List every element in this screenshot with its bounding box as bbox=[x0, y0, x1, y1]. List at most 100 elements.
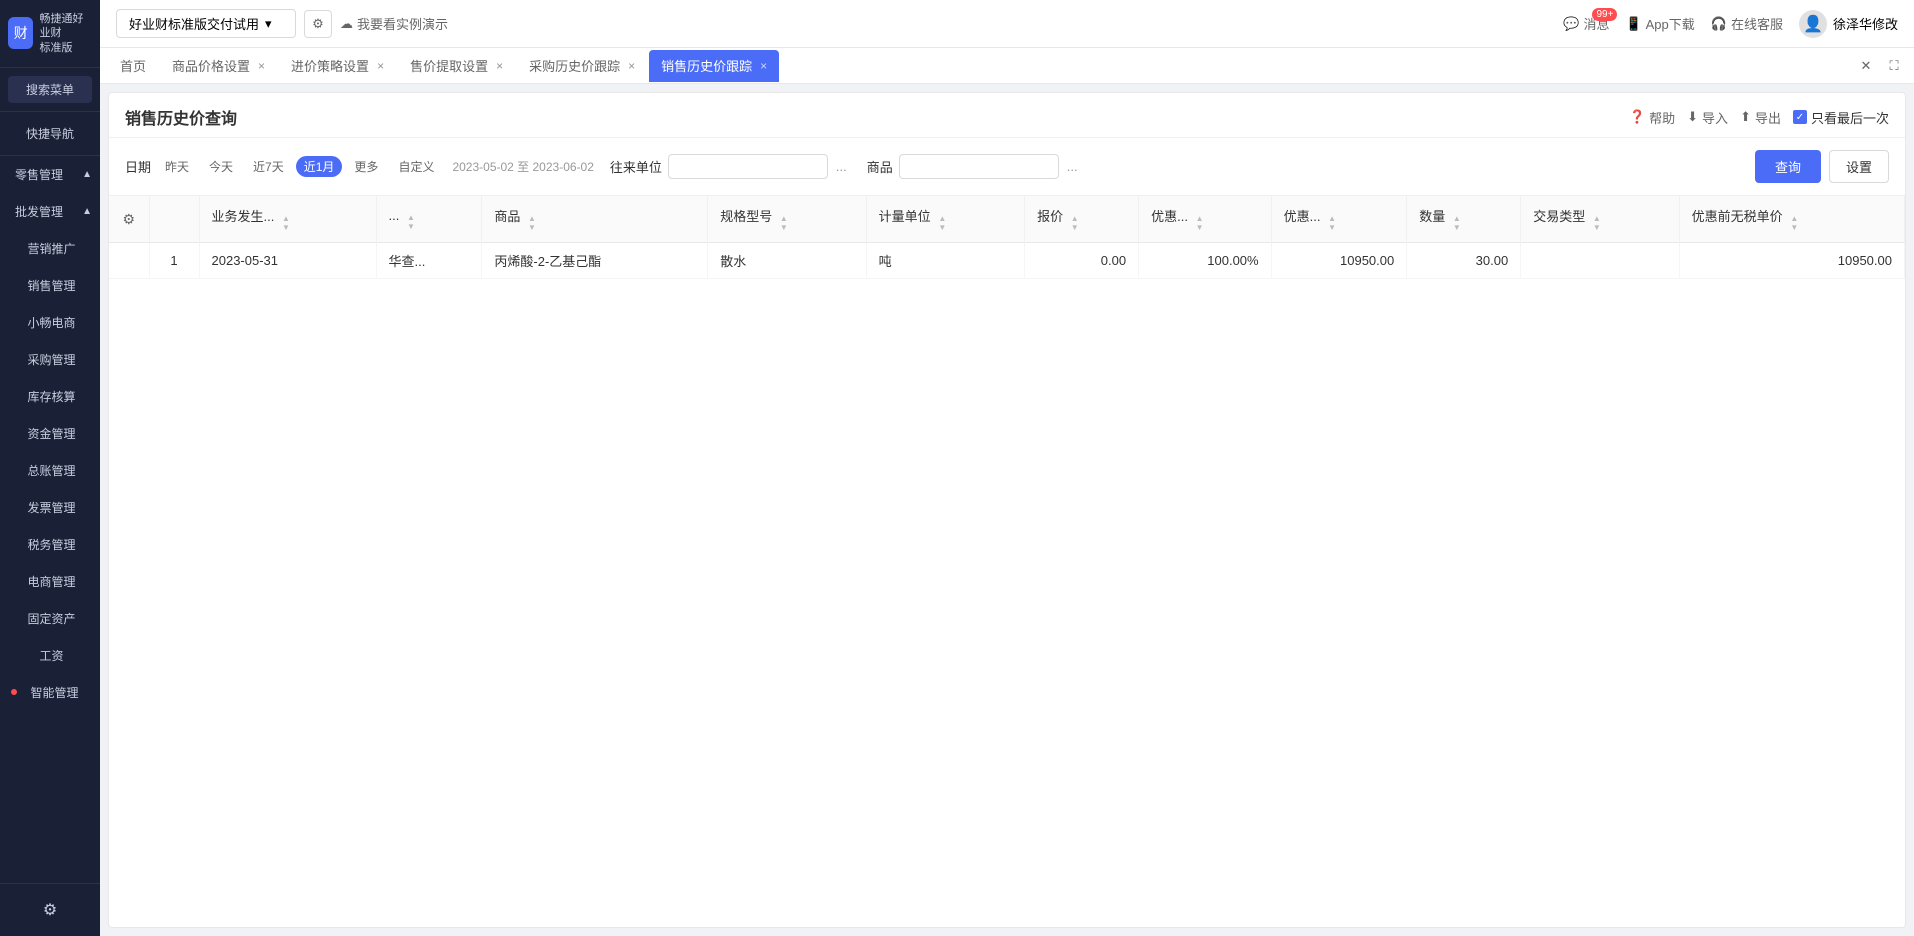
sidebar-item-ecommerce-small[interactable]: 小畅电商 bbox=[0, 304, 100, 341]
settings-button[interactable]: 设置 bbox=[1829, 150, 1889, 183]
row-type bbox=[1521, 243, 1679, 279]
export-button[interactable]: ⬆ 导出 bbox=[1740, 108, 1781, 127]
sidebar-item-finance[interactable]: 资金管理 bbox=[0, 415, 100, 452]
demo-button[interactable]: ☁ 我要看实例演示 bbox=[340, 14, 448, 33]
sidebar-item-invoice[interactable]: 发票管理 bbox=[0, 489, 100, 526]
sidebar-settings-button[interactable]: ⚙ bbox=[8, 892, 92, 928]
tab-sales-history-close[interactable]: × bbox=[760, 59, 767, 73]
date-option-more[interactable]: 更多 bbox=[346, 156, 386, 177]
column-date[interactable]: 业务发生... ▲▼ bbox=[199, 196, 376, 243]
wholesale-arrow-icon: ▲ bbox=[82, 206, 92, 217]
column-setting[interactable]: ⚙ bbox=[109, 196, 149, 243]
sidebar-item-purchase[interactable]: 采购管理 bbox=[0, 341, 100, 378]
tab-extract[interactable]: 售价提取设置 × bbox=[398, 50, 515, 82]
user-avatar: 👤 bbox=[1799, 10, 1827, 38]
supplier-dots-button[interactable]: ... bbox=[832, 159, 851, 174]
column-tax-price[interactable]: 优惠前无税单价 ▲▼ bbox=[1679, 196, 1904, 243]
topbar-right: 💬 消息 99+ 📱 App下载 🎧 在线客服 👤 徐泽华修改 bbox=[1563, 10, 1898, 38]
sidebar-item-assets[interactable]: 固定资产 bbox=[0, 600, 100, 637]
tab-sales-history[interactable]: 销售历史价跟踪 × bbox=[649, 50, 779, 82]
product-sort-icon: ▲▼ bbox=[528, 215, 536, 232]
message-button[interactable]: 💬 消息 99+ bbox=[1563, 14, 1609, 33]
filter-bar: 日期 昨天 今天 近7天 近1月 更多 自定义 2023-05-02 至 202… bbox=[109, 138, 1905, 196]
tab-price[interactable]: 商品价格设置 × bbox=[160, 50, 277, 82]
sidebar-item-ecommerce[interactable]: 电商管理 bbox=[0, 563, 100, 600]
date-option-custom[interactable]: 自定义 bbox=[390, 156, 442, 177]
column-seq bbox=[149, 196, 199, 243]
sidebar-bottom: ⚙ bbox=[0, 883, 100, 936]
page-header-actions: ❓ 帮助 ⬇ 导入 ⬆ 导出 ✓ 只看最后一次 bbox=[1629, 108, 1889, 127]
user-info[interactable]: 👤 徐泽华修改 bbox=[1799, 10, 1898, 38]
spec-sort-icon: ▲▼ bbox=[780, 215, 788, 232]
query-button[interactable]: 查询 bbox=[1755, 150, 1821, 183]
sidebar-item-tax[interactable]: 税务管理 bbox=[0, 526, 100, 563]
only-last-checkbox[interactable]: ✓ 只看最后一次 bbox=[1793, 108, 1889, 127]
page-content: 销售历史价查询 ❓ 帮助 ⬇ 导入 ⬆ 导出 ✓ 只看最后一次 bbox=[108, 92, 1906, 928]
data-table: ⚙ 业务发生... ▲▼ ... ▲▼ 商品 ▲▼ bbox=[109, 196, 1905, 279]
extra-sort-icon: ▲▼ bbox=[407, 214, 415, 231]
tab-expand-button[interactable]: ⛶ bbox=[1882, 54, 1906, 78]
tab-home[interactable]: 首页 bbox=[108, 50, 158, 82]
tab-strategy[interactable]: 进价策略设置 × bbox=[279, 50, 396, 82]
sidebar-item-marketing[interactable]: 营销推广 bbox=[0, 230, 100, 267]
supplier-filter-group: 往来单位 ... bbox=[610, 154, 851, 179]
tab-close-all-button[interactable]: ✕ bbox=[1854, 54, 1878, 78]
column-discount2[interactable]: 优惠... ▲▼ bbox=[1271, 196, 1407, 243]
checkbox-icon: ✓ bbox=[1793, 110, 1807, 124]
version-selector[interactable]: 好业财标准版交付试用 ▾ bbox=[116, 9, 296, 38]
sidebar-item-wholesale[interactable]: 批发管理 ▲ bbox=[0, 193, 100, 230]
column-type[interactable]: 交易类型 ▲▼ bbox=[1521, 196, 1679, 243]
sidebar-item-inventory[interactable]: 库存核算 bbox=[0, 378, 100, 415]
online-service-button[interactable]: 🎧 在线客服 bbox=[1711, 14, 1783, 33]
product-input[interactable] bbox=[899, 154, 1059, 179]
column-price[interactable]: 报价 ▲▼ bbox=[1025, 196, 1139, 243]
qty-sort-icon: ▲▼ bbox=[1453, 215, 1461, 232]
import-button[interactable]: ⬇ 导入 bbox=[1687, 108, 1728, 127]
phone-icon: 📱 bbox=[1625, 16, 1641, 32]
discount2-sort-icon: ▲▼ bbox=[1328, 215, 1336, 232]
sidebar-item-retail[interactable]: 零售管理 ▲ bbox=[0, 156, 100, 193]
date-option-last1m[interactable]: 近1月 bbox=[296, 156, 343, 177]
row-seq: 1 bbox=[149, 243, 199, 279]
date-option-today[interactable]: 今天 bbox=[201, 156, 241, 177]
sidebar-item-sales[interactable]: 销售管理 bbox=[0, 267, 100, 304]
column-discount1[interactable]: 优惠... ▲▼ bbox=[1139, 196, 1272, 243]
table-gear-icon[interactable]: ⚙ bbox=[122, 211, 135, 227]
date-options: 昨天 今天 近7天 近1月 更多 自定义 bbox=[157, 156, 442, 177]
ai-dot-indicator bbox=[11, 689, 17, 695]
product-input-group: ... bbox=[899, 154, 1082, 179]
main-area: 好业财标准版交付试用 ▾ ⚙ ☁ 我要看实例演示 💬 消息 99+ 📱 App下… bbox=[100, 0, 1914, 936]
tab-purchase-history-close[interactable]: × bbox=[628, 59, 635, 73]
tax-price-sort-icon: ▲▼ bbox=[1790, 215, 1798, 232]
tab-price-close[interactable]: × bbox=[258, 59, 265, 73]
tab-purchase-history[interactable]: 采购历史价跟踪 × bbox=[517, 50, 647, 82]
date-sort-icon: ▲▼ bbox=[282, 215, 290, 232]
row-qty: 30.00 bbox=[1407, 243, 1521, 279]
quick-nav-section: 快捷导航 bbox=[0, 112, 100, 156]
column-extra[interactable]: ... ▲▼ bbox=[376, 196, 482, 243]
sidebar-item-ai[interactable]: 智能管理 bbox=[0, 674, 100, 711]
date-option-last7[interactable]: 近7天 bbox=[245, 156, 292, 177]
sidebar: 财 畅捷通好业财 标准版 搜索菜单 快捷导航 零售管理 ▲ 批发管理 ▲ 营销推… bbox=[0, 0, 100, 936]
page-title: 销售历史价查询 bbox=[125, 105, 237, 129]
column-spec[interactable]: 规格型号 ▲▼ bbox=[708, 196, 866, 243]
column-qty[interactable]: 数量 ▲▼ bbox=[1407, 196, 1521, 243]
quick-nav-button[interactable]: 快捷导航 bbox=[8, 120, 92, 147]
search-menu-button[interactable]: 搜索菜单 bbox=[8, 76, 92, 103]
unit-sort-icon: ▲▼ bbox=[938, 215, 946, 232]
sidebar-item-accounting[interactable]: 总账管理 bbox=[0, 452, 100, 489]
column-unit[interactable]: 计量单位 ▲▼ bbox=[866, 196, 1024, 243]
supplier-input[interactable] bbox=[668, 154, 828, 179]
discount1-sort-icon: ▲▼ bbox=[1196, 215, 1204, 232]
app-download-button[interactable]: 📱 App下载 bbox=[1625, 14, 1694, 33]
row-date: 2023-05-31 bbox=[199, 243, 376, 279]
product-dots-button[interactable]: ... bbox=[1063, 159, 1082, 174]
column-product[interactable]: 商品 ▲▼ bbox=[482, 196, 708, 243]
tab-extract-close[interactable]: × bbox=[496, 59, 503, 73]
row-discount2: 10950.00 bbox=[1271, 243, 1407, 279]
topbar-settings-button[interactable]: ⚙ bbox=[304, 10, 332, 38]
tab-strategy-close[interactable]: × bbox=[377, 59, 384, 73]
sidebar-item-payroll[interactable]: 工资 bbox=[0, 637, 100, 674]
help-button[interactable]: ❓ 帮助 bbox=[1629, 108, 1675, 127]
date-option-yesterday[interactable]: 昨天 bbox=[157, 156, 197, 177]
